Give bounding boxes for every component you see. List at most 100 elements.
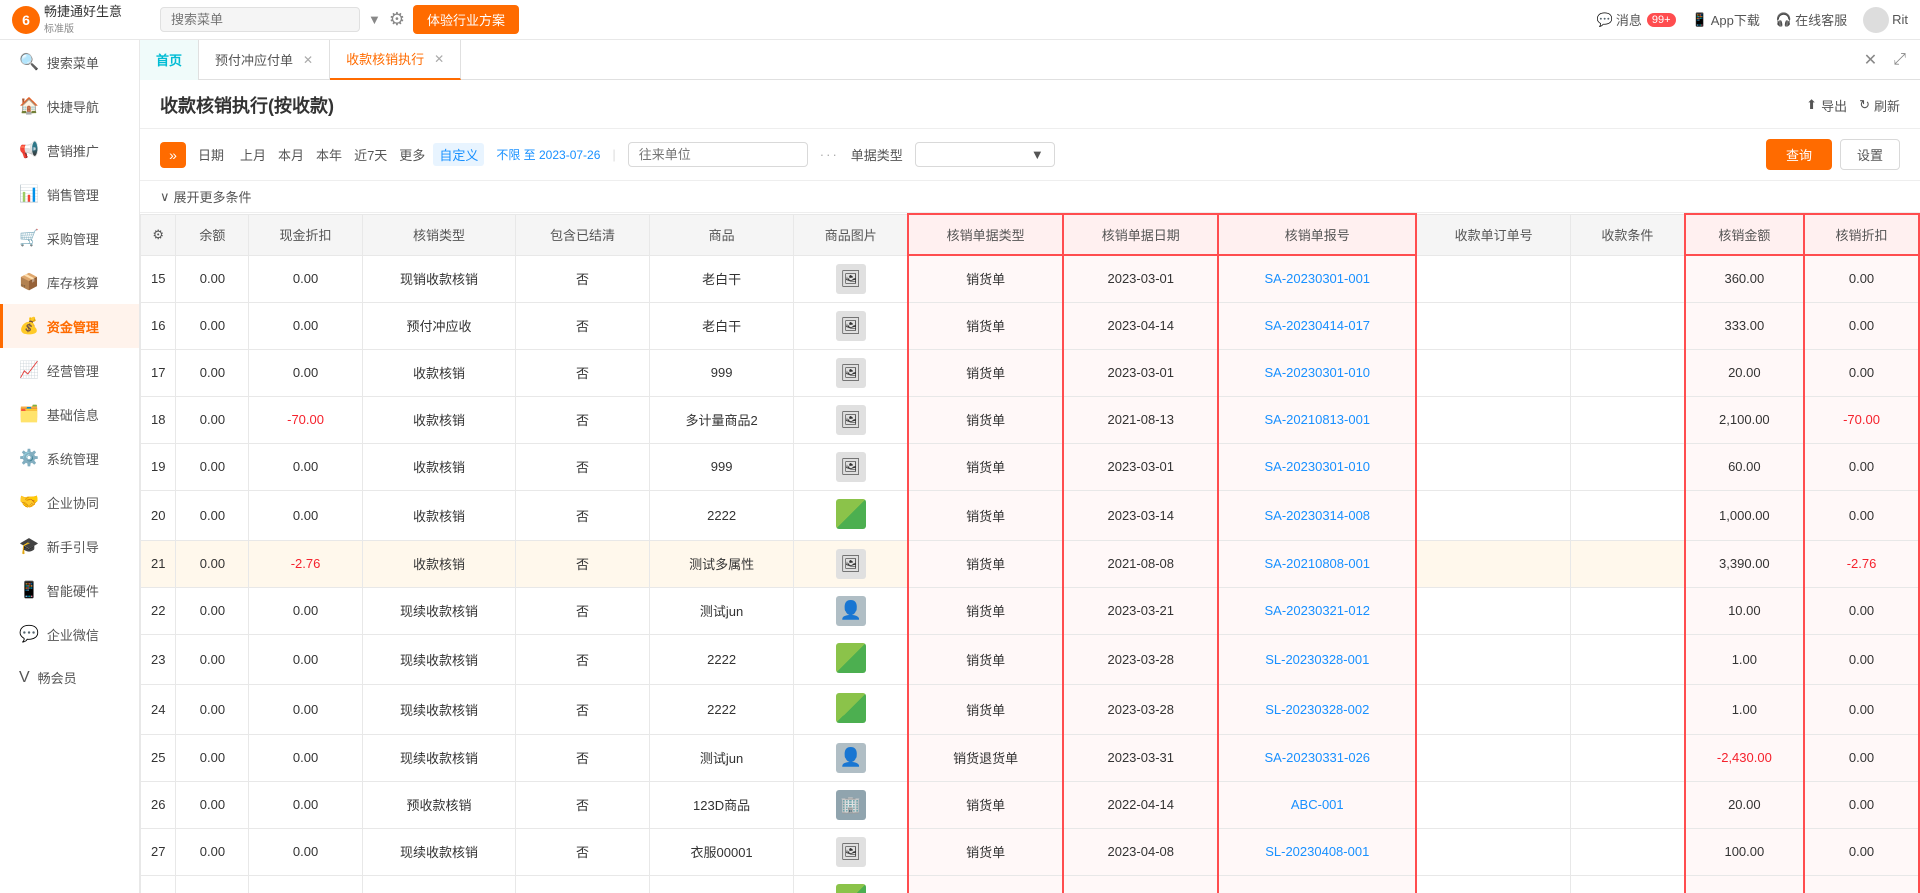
row-verify-bill-no[interactable]: SA-20230314-008 bbox=[1218, 490, 1416, 540]
sidebar-item-marketing[interactable]: 📢 营销推广 bbox=[0, 128, 139, 172]
online-service-item[interactable]: 🎧 在线客服 bbox=[1776, 10, 1847, 29]
sidebar-item-wechat[interactable]: 💬 企业微信 bbox=[0, 612, 139, 656]
industry-solution-button[interactable]: 体验行业方案 bbox=[413, 5, 519, 34]
row-verify-bill-no[interactable]: SA-20230414-017 bbox=[1218, 302, 1416, 349]
table-body: 150.000.00现销收款核销否老白干🖼销货单2023-03-01SA-202… bbox=[141, 255, 1920, 893]
row-verify-amount: 20.00 bbox=[1685, 781, 1804, 828]
table-row: 210.00-2.76收款核销否测试多属性🖼销货单2021-08-08SA-20… bbox=[141, 540, 1920, 587]
row-include-settled: 否 bbox=[516, 587, 649, 634]
maximize-button[interactable]: ⤢ bbox=[1887, 49, 1912, 71]
sidebar-item-enterprise[interactable]: 🤝 企业协同 bbox=[0, 480, 139, 524]
sidebar-item-quick-nav[interactable]: 🏠 快捷导航 bbox=[0, 84, 139, 128]
party-input[interactable] bbox=[628, 142, 808, 167]
col-receipt-order-no: 收款单订单号 bbox=[1416, 214, 1570, 255]
this-year-link[interactable]: 本年 bbox=[312, 143, 346, 166]
row-verify-bill-no[interactable]: SL-20230328-002 bbox=[1218, 684, 1416, 734]
custom-date-link[interactable]: 自定义 bbox=[433, 143, 484, 166]
row-verify-bill-no[interactable]: SA-20230301-010 bbox=[1218, 349, 1416, 396]
close-tab-button[interactable]: ✕ bbox=[1858, 48, 1883, 72]
query-button[interactable]: 查询 bbox=[1766, 139, 1832, 170]
product-img-cell: 🖼 bbox=[794, 302, 908, 349]
verify-tab-close[interactable]: ✕ bbox=[434, 52, 444, 66]
row-receipt-condition bbox=[1571, 490, 1685, 540]
sidebar-item-sales[interactable]: 📊 销售管理 bbox=[0, 172, 139, 216]
row-verify-bill-no[interactable]: SL-20230408-001 bbox=[1218, 828, 1416, 875]
row-verify-bill-no[interactable]: SA-20230301-001 bbox=[1218, 255, 1416, 302]
row-verify-bill-no[interactable]: SA-20230301-010 bbox=[1218, 443, 1416, 490]
dropdown-arrow[interactable]: ▼ bbox=[368, 12, 381, 27]
settings-icon[interactable]: ⚙ bbox=[389, 9, 405, 30]
sidebar-item-search[interactable]: 🔍 搜索菜单 bbox=[0, 40, 139, 84]
page-header: 收款核销执行(按收款) ⬆ 导出 ↻ 刷新 bbox=[140, 80, 1920, 129]
row-include-settled: 否 bbox=[516, 734, 649, 781]
row-verify-discount: 0.00 bbox=[1804, 634, 1919, 684]
col-settings[interactable]: ⚙ bbox=[141, 214, 176, 255]
refresh-button[interactable]: ↻ 刷新 bbox=[1859, 96, 1900, 115]
row-verify-discount: 0.00 bbox=[1804, 734, 1919, 781]
more-link[interactable]: 更多 bbox=[395, 143, 429, 166]
row-verify-bill-type: 销货单 bbox=[908, 396, 1063, 443]
last-7days-link[interactable]: 近7天 bbox=[350, 143, 391, 166]
table-row: 170.000.00收款核销否999🖼销货单2023-03-01SA-20230… bbox=[141, 349, 1920, 396]
row-verify-bill-no[interactable]: SA-20210808-001 bbox=[1218, 540, 1416, 587]
row-include-settled: 否 bbox=[516, 828, 649, 875]
row-id: 24 bbox=[141, 684, 176, 734]
row-verify-bill-no[interactable]: SA-20230321-012 bbox=[1218, 587, 1416, 634]
this-month-link[interactable]: 本月 bbox=[274, 143, 308, 166]
row-verify-bill-no[interactable]: SA-20210813-001 bbox=[1218, 396, 1416, 443]
sidebar-item-hardware[interactable]: 📱 智能硬件 bbox=[0, 568, 139, 612]
row-verify-bill-no[interactable]: SA-20230331-026 bbox=[1218, 734, 1416, 781]
sidebar-item-operations[interactable]: 📈 经营管理 bbox=[0, 348, 139, 392]
row-verify-bill-no[interactable]: SL-20230418-001 bbox=[1218, 875, 1416, 893]
product-img-cell: 👤 bbox=[794, 587, 908, 634]
message-badge: 99+ bbox=[1647, 13, 1676, 27]
row-balance: 0.00 bbox=[176, 540, 249, 587]
row-product: 衣服00001 bbox=[649, 828, 794, 875]
row-id: 25 bbox=[141, 734, 176, 781]
single-type-select[interactable]: ▼ bbox=[915, 142, 1055, 167]
date-quick-links: 上月 本月 本年 近7天 更多 自定义 bbox=[236, 143, 484, 166]
row-balance: 0.00 bbox=[176, 684, 249, 734]
export-button[interactable]: ⬆ 导出 bbox=[1806, 96, 1847, 115]
sidebar-label-marketing: 营销推广 bbox=[47, 141, 99, 160]
row-verify-bill-type: 销货单 bbox=[908, 828, 1063, 875]
sidebar-item-inventory[interactable]: 📦 库存核算 bbox=[0, 260, 139, 304]
search-input[interactable] bbox=[160, 7, 360, 32]
online-service-label: 在线客服 bbox=[1795, 10, 1847, 29]
tab-prepay[interactable]: 预付冲应付单 ✕ bbox=[199, 40, 330, 80]
row-verify-bill-type: 销货单 bbox=[908, 490, 1063, 540]
row-product: 测试jun bbox=[649, 587, 794, 634]
last-month-link[interactable]: 上月 bbox=[236, 143, 270, 166]
message-item[interactable]: 💬 消息 99+ bbox=[1597, 10, 1676, 29]
row-cash-discount: 0.00 bbox=[249, 443, 362, 490]
expand-conditions-button[interactable]: ∨ 展开更多条件 bbox=[160, 187, 252, 206]
filter-expand-button[interactable]: » bbox=[160, 142, 186, 168]
row-verify-type: 现续收款核销 bbox=[362, 634, 516, 684]
sidebar-item-finance[interactable]: 💰 资金管理 bbox=[0, 304, 139, 348]
guide-icon: 🎓 bbox=[19, 536, 39, 556]
sidebar-item-member[interactable]: V 畅会员 bbox=[0, 656, 139, 699]
product-img-cell: 🏢 bbox=[794, 781, 908, 828]
row-receipt-condition bbox=[1571, 587, 1685, 634]
app-download-item[interactable]: 📱 App下载 bbox=[1692, 10, 1760, 29]
date-range-display: 不限 至 2023-07-26 bbox=[496, 146, 600, 163]
row-verify-bill-type: 销货单 bbox=[908, 443, 1063, 490]
sidebar-item-system[interactable]: ⚙️ 系统管理 bbox=[0, 436, 139, 480]
tab-home[interactable]: 首页 bbox=[140, 40, 199, 80]
sidebar-item-basic[interactable]: 🗂️ 基础信息 bbox=[0, 392, 139, 436]
sidebar-item-guide[interactable]: 🎓 新手引导 bbox=[0, 524, 139, 568]
row-cash-discount: 0.00 bbox=[249, 684, 362, 734]
row-include-settled: 否 bbox=[516, 634, 649, 684]
tab-verify[interactable]: 收款核销执行 ✕ bbox=[330, 40, 461, 80]
row-cash-discount: 0.00 bbox=[249, 587, 362, 634]
sidebar-item-purchase[interactable]: 🛒 采购管理 bbox=[0, 216, 139, 260]
table-row: 240.000.00现续收款核销否2222销货单2023-03-28SL-202… bbox=[141, 684, 1920, 734]
export-icon: ⬆ bbox=[1806, 97, 1817, 113]
user-profile[interactable]: Rit bbox=[1863, 7, 1908, 33]
row-product: 999 bbox=[649, 443, 794, 490]
prepay-tab-close[interactable]: ✕ bbox=[303, 53, 313, 67]
row-verify-discount: 0.00 bbox=[1804, 490, 1919, 540]
row-verify-bill-no[interactable]: ABC-001 bbox=[1218, 781, 1416, 828]
settings-button[interactable]: 设置 bbox=[1840, 139, 1900, 170]
row-verify-bill-no[interactable]: SL-20230328-001 bbox=[1218, 634, 1416, 684]
